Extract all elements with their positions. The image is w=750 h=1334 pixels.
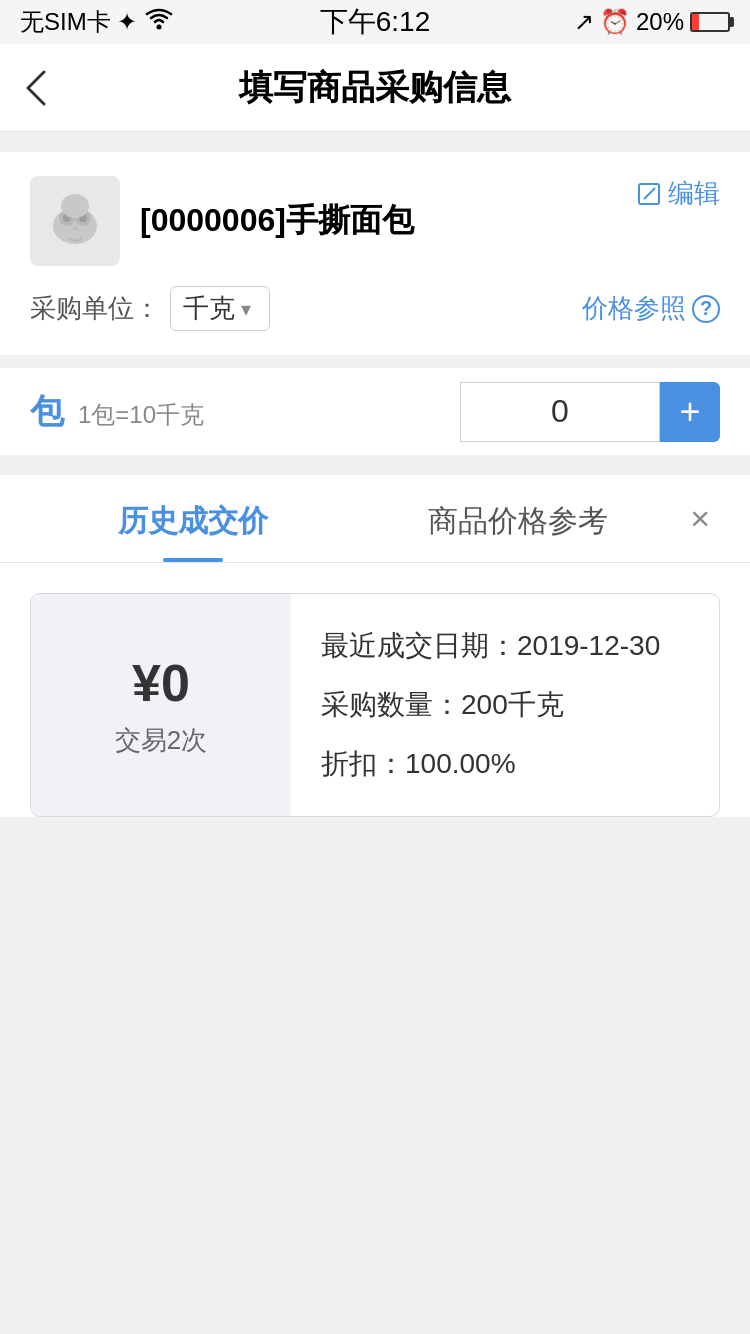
history-qty-value: 200千克 [461, 689, 564, 720]
wifi-icon [145, 8, 173, 36]
history-discount-label: 折扣： [321, 748, 405, 779]
history-trades: 交易2次 [115, 723, 207, 758]
chevron-down-icon: ▾ [241, 297, 251, 321]
svg-line-10 [652, 188, 655, 191]
qty-unit-big: 包 [30, 389, 64, 435]
product-row2: 采购单位： 千克 ▾ 价格参照 ? [30, 286, 720, 331]
product-title: 手撕面包 [286, 202, 414, 238]
battery-percent: 20% [636, 8, 684, 36]
qty-label-group: 包 1包=10千克 [30, 389, 204, 435]
product-thumbnail [30, 176, 120, 266]
status-time: 下午6:12 [320, 3, 431, 41]
carrier-text: 无SIM卡 ✦ [20, 6, 137, 38]
product-left: [0000006]手撕面包 [30, 176, 414, 266]
tab-active-indicator [163, 558, 223, 562]
status-left: 无SIM卡 ✦ [20, 6, 173, 38]
svg-line-9 [644, 191, 652, 199]
history-price: ¥0 [132, 653, 190, 713]
history-right: 最近成交日期：2019-12-30 采购数量：200千克 折扣：100.00% [291, 594, 719, 816]
tab-history-price[interactable]: 历史成交价 [30, 475, 355, 562]
svg-point-0 [157, 25, 162, 30]
product-section: [0000006]手撕面包 编辑 采购单位： 千克 ▾ [0, 152, 750, 355]
qty-plus-button[interactable]: + [660, 382, 720, 442]
back-button[interactable] [24, 68, 48, 108]
status-bar: 无SIM卡 ✦ 下午6:12 ↗ ⏰ 20% [0, 0, 750, 44]
product-id: [0000006] [140, 202, 286, 238]
svg-point-6 [61, 194, 89, 218]
tab-close-button[interactable]: × [680, 479, 720, 558]
alarm-icon: ⏰ [600, 8, 630, 36]
nav-bar: 填写商品采购信息 [0, 44, 750, 132]
qty-sub-label: 1包=10千克 [78, 399, 204, 431]
history-date-label: 最近成交日期： [321, 630, 517, 661]
tabs-section: 历史成交价 商品价格参考 × ¥0 交易2次 最近成交日期：2019-12-30 [0, 475, 750, 817]
qty-input-group: + [460, 382, 720, 442]
main-content: [0000006]手撕面包 编辑 采购单位： 千克 ▾ [0, 152, 750, 852]
history-discount-value: 100.00% [405, 748, 516, 779]
info-icon: ? [692, 295, 720, 323]
history-qty-row: 采购数量：200千克 [321, 683, 689, 728]
battery-icon [690, 12, 730, 32]
history-left: ¥0 交易2次 [31, 594, 291, 816]
edit-button[interactable]: 编辑 [636, 176, 720, 211]
tab-product-price-ref[interactable]: 商品价格参考 [355, 475, 680, 562]
history-date-value: 2019-12-30 [517, 630, 660, 661]
unit-label: 采购单位： 千克 ▾ [30, 286, 270, 331]
history-qty-label: 采购数量： [321, 689, 461, 720]
status-right: ↗ ⏰ 20% [574, 8, 730, 36]
unit-select[interactable]: 千克 ▾ [170, 286, 270, 331]
page-title: 填写商品采购信息 [239, 65, 511, 111]
location-icon: ↗ [574, 8, 594, 36]
product-header: [0000006]手撕面包 编辑 [30, 176, 720, 266]
product-name: [0000006]手撕面包 [140, 199, 414, 243]
quantity-input[interactable] [460, 382, 660, 442]
history-date-row: 最近成交日期：2019-12-30 [321, 624, 689, 669]
history-card: ¥0 交易2次 最近成交日期：2019-12-30 采购数量：200千克 折扣：… [30, 593, 720, 817]
history-discount-row: 折扣：100.00% [321, 742, 689, 787]
quantity-section: 包 1包=10千克 + [0, 367, 750, 455]
tabs-header: 历史成交价 商品价格参考 × [0, 475, 750, 563]
price-ref-button[interactable]: 价格参照 ? [582, 291, 720, 326]
